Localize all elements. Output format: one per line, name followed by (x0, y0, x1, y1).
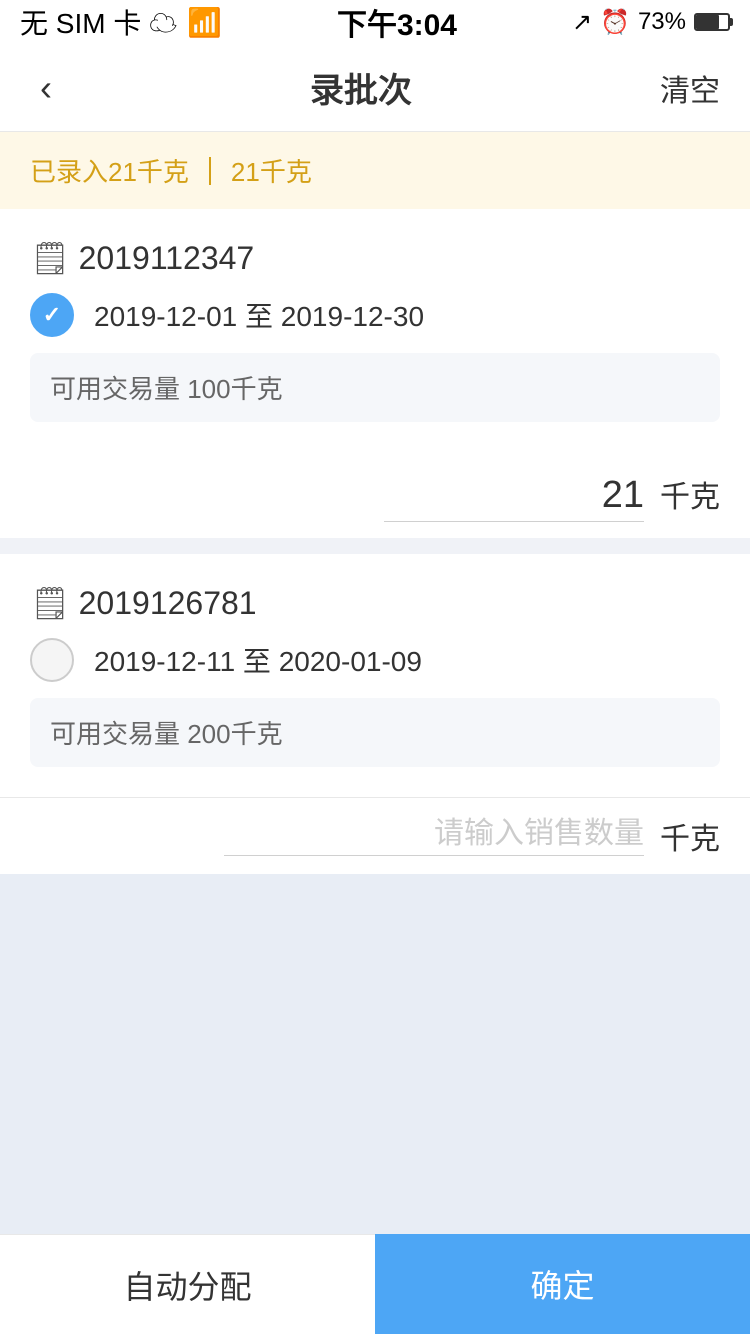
batch-1-date: 2019-12-01 至 2019-12-30 (94, 295, 424, 335)
clear-button[interactable]: 清空 (660, 66, 720, 110)
batch-2-date-row: 2019-12-11 至 2020-01-09 (30, 638, 720, 682)
battery-percent: 73% (638, 8, 686, 36)
status-time: 下午3:04 (337, 0, 457, 44)
batch-1-date-row: ✓ 2019-12-01 至 2019-12-30 (30, 293, 720, 337)
batch-1-number: 2019112347 (79, 240, 255, 277)
info-bar: 已录入21千克 21千克 (0, 132, 750, 209)
battery-icon (694, 13, 730, 31)
batch-1-amount-unit: 千克 (660, 472, 720, 516)
batch-2-date: 2019-12-11 至 2020-01-09 (94, 640, 422, 680)
spacer-1 (0, 522, 750, 538)
quantity-input-wrap (224, 817, 644, 856)
location-icon: ↗ (572, 8, 592, 37)
nav-bar: ‹ 录批次 清空 (0, 44, 750, 132)
alarm-icon: ⏰ (600, 8, 630, 37)
batch-1-header: 🗒 2019112347 (30, 239, 720, 277)
status-right: ↗ ⏰ 73% (572, 8, 730, 37)
batch-2-number: 2019126781 (79, 585, 257, 622)
back-button[interactable]: ‹ (30, 57, 62, 119)
batch-item-1: 🗒 2019112347 ✓ 2019-12-01 至 2019-12-30 可… (0, 209, 750, 452)
batch-1-amount-value: 21 (602, 474, 644, 516)
footer: 自动分配 确定 (0, 1234, 750, 1334)
batch-2-input-unit: 千克 (660, 814, 720, 858)
status-bar: 无 SIM 卡 ☁ 📶 下午3:04 ↗ ⏰ 73% (0, 0, 750, 44)
batch-2-header: 🗒 2019126781 (30, 584, 720, 622)
info-bar-divider (209, 157, 211, 185)
batch-1-amount-row: 21 千克 (0, 452, 750, 522)
doc-icon-2: 🗒 (30, 584, 71, 622)
wifi-icon: 📶 (187, 6, 222, 39)
doc-icon-1: 🗒 (30, 239, 71, 277)
auto-distribute-button[interactable]: 自动分配 (0, 1234, 375, 1334)
check-icon: ✓ (43, 302, 61, 328)
batch-2-radio[interactable] (30, 638, 74, 682)
page-title: 录批次 (310, 63, 412, 112)
batch-1-quantity: 可用交易量 100千克 (30, 353, 720, 422)
recorded-label: 已录入21千克 (30, 152, 189, 189)
confirm-button[interactable]: 确定 (375, 1234, 750, 1334)
total-label: 21千克 (231, 152, 312, 189)
batch-item-2: 🗒 2019126781 2019-12-11 至 2020-01-09 可用交… (0, 554, 750, 797)
no-sim-text: 无 SIM 卡 ☁ (20, 2, 177, 42)
batch-2-input-row: 千克 (0, 797, 750, 874)
quantity-input[interactable] (224, 817, 644, 856)
batch-2-quantity: 可用交易量 200千克 (30, 698, 720, 767)
section-divider (0, 538, 750, 554)
status-left: 无 SIM 卡 ☁ 📶 (20, 2, 222, 42)
batch-1-radio[interactable]: ✓ (30, 293, 74, 337)
